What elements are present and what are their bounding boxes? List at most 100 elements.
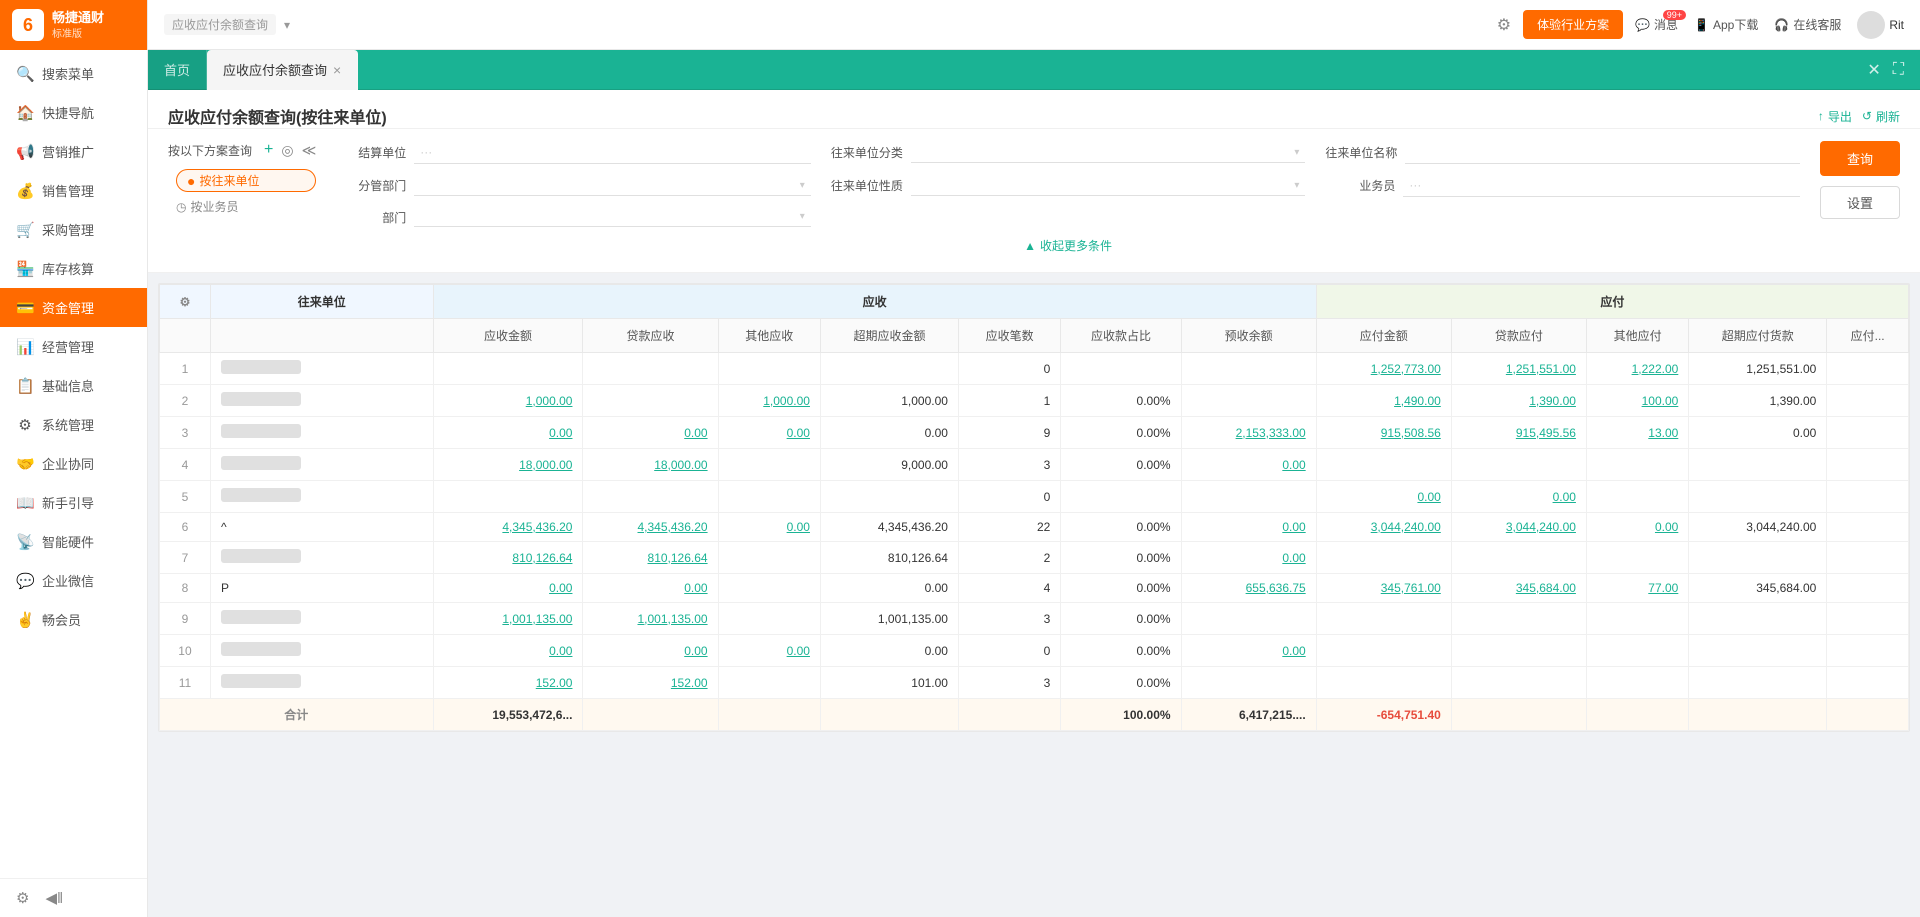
row-num: 10 — [160, 635, 211, 667]
sidebar-item-quick-nav[interactable]: 🏠快捷导航 — [0, 93, 147, 132]
online-service-item[interactable]: 🎧 在线客服 — [1774, 16, 1841, 33]
message-icon-item[interactable]: 💬 消息 99+ — [1635, 16, 1678, 33]
breadcrumb-dropdown-icon[interactable]: ▾ — [284, 18, 290, 32]
col-ar-other: 其他应收 — [718, 319, 820, 353]
tab-home[interactable]: 首页 — [148, 50, 207, 90]
collab-label: 企业协同 — [42, 454, 94, 473]
col-rownum-sub — [160, 319, 211, 353]
export-btn[interactable]: ↑ 导出 — [1818, 108, 1852, 125]
filter-tag-salesman[interactable]: ◷ 按业务员 — [176, 198, 316, 215]
header-gear-icon[interactable]: ⚙ — [1497, 15, 1511, 35]
sidebar-item-system[interactable]: ⚙系统管理 — [0, 405, 147, 444]
sidebar-item-finance[interactable]: 💳资金管理 — [0, 288, 147, 327]
row-ap-amount: 345,761.00 — [1316, 574, 1451, 603]
filter-area: 按以下方案查询 + ◎ ≪ ● 按往来单位 ◷ — [148, 129, 1920, 273]
tab-ar-ap-query-close[interactable]: × — [333, 62, 341, 78]
filter-partner-cat-select[interactable]: ▾ — [911, 143, 1306, 163]
filter-collapse-btn[interactable]: ▲ 收起更多条件 — [336, 231, 1800, 260]
row-pre-collect — [1181, 385, 1316, 417]
refresh-icon: ↺ — [1862, 109, 1872, 123]
row-ap-overdue — [1689, 667, 1827, 699]
col-ap-rest: 应付... — [1827, 319, 1909, 353]
app-download-item[interactable]: 📱 App下载 — [1694, 16, 1758, 33]
page-title: 应收应付余额查询(按往来单位) — [168, 104, 387, 128]
filter-set-btn[interactable]: ◎ — [281, 142, 293, 159]
filter-field-settlement: 结算单位 ··· — [336, 141, 811, 164]
filter-label: 按以下方案查询 — [168, 142, 252, 159]
row-ar-loan: 1,001,135.00 — [583, 603, 718, 635]
system-label: 系统管理 — [42, 415, 94, 434]
row-ar-count: 2 — [958, 542, 1060, 574]
filter-fields-area: 结算单位 ··· 往来单位分类 ▾ 往来单位名称 — [336, 141, 1800, 260]
row-ar-amount: 0.00 — [433, 635, 583, 667]
row-ar-other: 1,000.00 — [718, 385, 820, 417]
filter-tag-partner[interactable]: ● 按往来单位 — [176, 169, 316, 192]
filter-field-dept: 部门 ▾ — [336, 207, 811, 227]
footer-settings-icon[interactable]: ⚙ — [16, 889, 29, 907]
filter-partner-nature-select[interactable]: ▾ — [911, 176, 1306, 196]
row-ar-count: 22 — [958, 513, 1060, 542]
sidebar-item-wechat[interactable]: 💬企业微信 — [0, 561, 147, 600]
sidebar-item-inventory[interactable]: 🏪库存核算 — [0, 249, 147, 288]
col-ar-ratio: 应收款占比 — [1061, 319, 1181, 353]
footer-collapse-icon[interactable]: ◀‖ — [45, 889, 63, 907]
row-ap-loan: 345,684.00 — [1451, 574, 1586, 603]
sidebar-item-business[interactable]: 📊经营管理 — [0, 327, 147, 366]
row-ap-rest — [1827, 449, 1909, 481]
sidebar-item-guide[interactable]: 📖新手引导 — [0, 483, 147, 522]
table-row: 5 0 0.00 0.00 — [160, 481, 1909, 513]
sidebar-item-purchase[interactable]: 🛒采购管理 — [0, 210, 147, 249]
row-num: 2 — [160, 385, 211, 417]
row-ar-ratio: 0.00% — [1061, 513, 1181, 542]
online-service-label: 在线客服 — [1793, 16, 1841, 33]
table-row: 1 0 1,252,773.00 1,251,551.00 1,222.00 1… — [160, 353, 1909, 385]
row-ar-amount: 810,126.64 — [433, 542, 583, 574]
tab-close-all-icon[interactable]: ✕ — [1867, 60, 1880, 80]
row-ap-rest — [1827, 481, 1909, 513]
col-pre-collect: 预收余额 — [1181, 319, 1316, 353]
sidebar-item-hardware[interactable]: 📡智能硬件 — [0, 522, 147, 561]
trial-btn[interactable]: 体验行业方案 — [1523, 10, 1623, 39]
sidebar-item-member[interactable]: ✌畅会员 — [0, 600, 147, 639]
page-header-actions: ↑ 导出 ↺ 刷新 — [1818, 108, 1900, 125]
footer-ap-loan-total — [1451, 699, 1586, 731]
table-scroll[interactable]: ⚙ 往来单位 应收 应付 应收金额 贷款应收 — [159, 284, 1909, 731]
filter-partner-name-input[interactable] — [1405, 141, 1800, 164]
row-ap-rest — [1827, 417, 1909, 449]
filter-add-btn[interactable]: + — [264, 141, 273, 159]
user-name: Rit — [1889, 18, 1904, 32]
col-partner-sub — [210, 319, 433, 353]
row-ar-amount — [433, 481, 583, 513]
sidebar-item-sales[interactable]: 💰销售管理 — [0, 171, 147, 210]
sidebar-logo: 6 畅捷通财 标准版 — [0, 0, 147, 50]
filter-dept-select[interactable]: ▾ — [414, 207, 811, 227]
sidebar-item-search-menu[interactable]: 🔍搜索菜单 — [0, 54, 147, 93]
col-ap-amount: 应付金额 — [1316, 319, 1451, 353]
sidebar-item-base-info[interactable]: 📋基础信息 — [0, 366, 147, 405]
tab-ar-ap-query[interactable]: 应收应付余额查询× — [207, 50, 358, 90]
inventory-icon: 🏪 — [16, 260, 34, 278]
chevron-down-icon3: ▾ — [1294, 180, 1299, 191]
sidebar-item-collab[interactable]: 🤝企业协同 — [0, 444, 147, 483]
row-ap-other — [1586, 542, 1688, 574]
row-ap-amount — [1316, 449, 1451, 481]
row-ar-loan — [583, 481, 718, 513]
footer-ap-rest-total — [1827, 699, 1909, 731]
filter-dept-manager-select[interactable]: ▾ — [414, 176, 811, 196]
sidebar-item-marketing[interactable]: 📢营销推广 — [0, 132, 147, 171]
refresh-btn[interactable]: ↺ 刷新 — [1862, 108, 1900, 125]
row-ap-loan: 1,390.00 — [1451, 385, 1586, 417]
filter-collapse-scheme-btn[interactable]: ≪ — [302, 142, 317, 159]
row-partner — [210, 417, 433, 449]
filter-settlement-input[interactable]: ··· — [414, 141, 811, 164]
tab-maximize-icon[interactable]: ⛶ — [1893, 61, 1904, 79]
set-btn[interactable]: 设置 — [1820, 186, 1900, 219]
filter-row1: 按以下方案查询 + ◎ ≪ — [168, 141, 316, 159]
table-settings-icon[interactable]: ⚙ — [180, 295, 191, 309]
query-btn[interactable]: 查询 — [1820, 141, 1900, 176]
filter-salesman-input[interactable]: ··· — [1403, 174, 1800, 197]
row-ap-other — [1586, 667, 1688, 699]
user-info-item[interactable]: Rit — [1857, 11, 1904, 39]
row-ap-amount: 3,044,240.00 — [1316, 513, 1451, 542]
col-ap-overdue: 超期应付货款 — [1689, 319, 1827, 353]
